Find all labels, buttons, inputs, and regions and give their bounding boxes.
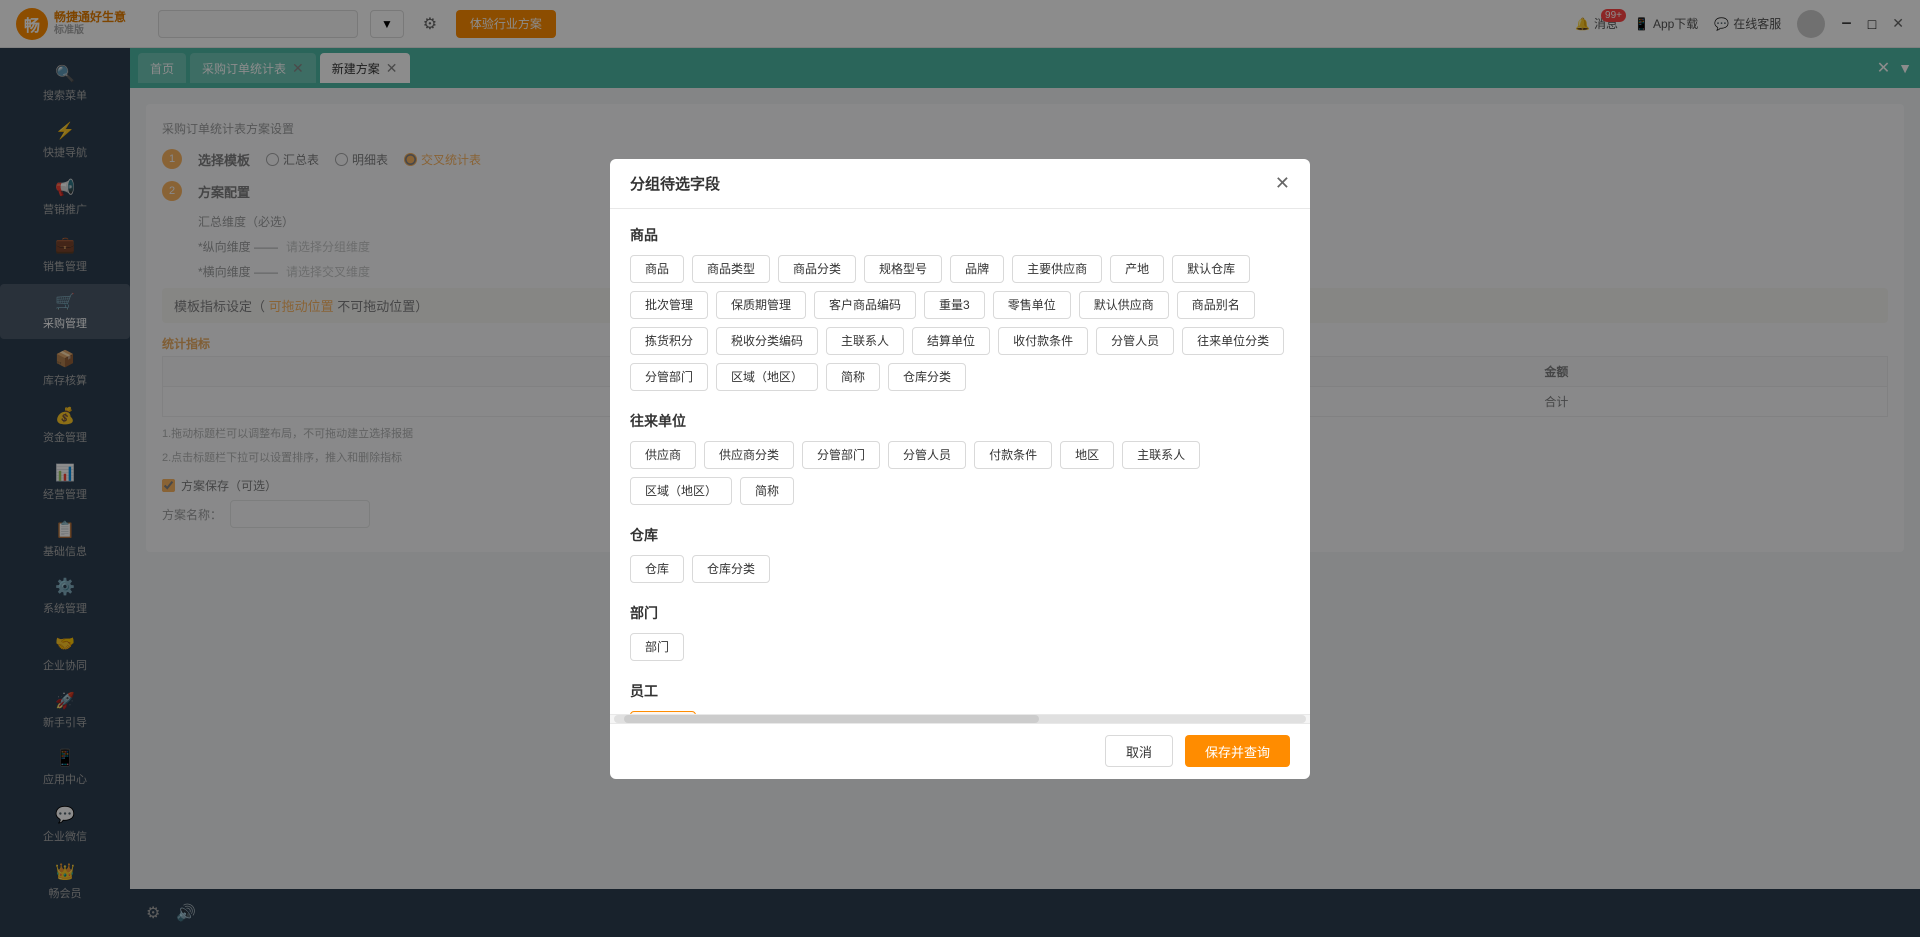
field-tag[interactable]: 往来单位分类 [1182,327,1284,355]
field-tag[interactable]: 简称 [826,363,880,391]
section-product-tags: 商品 商品类型 商品分类 规格型号 品牌 主要供应商 产地 默认仓库 批次管理 … [630,255,1290,391]
scroll-thumb-horizontal[interactable] [624,715,1039,723]
section-product-title: 商品 [630,225,1290,245]
field-tag[interactable]: 结算单位 [912,327,990,355]
field-tag[interactable]: 收付款条件 [998,327,1088,355]
field-tag[interactable]: 区域（地区） [630,477,732,505]
field-tag[interactable]: 供应商分类 [704,441,794,469]
field-tag[interactable]: 主要供应商 [1012,255,1102,283]
field-tag[interactable]: 区域（地区） [716,363,818,391]
modal-horizontal-scrollbar[interactable] [610,714,1310,723]
field-tag[interactable]: 部门 [630,633,684,661]
field-tag[interactable]: 默认供应商 [1079,291,1169,319]
field-tag[interactable]: 商品分类 [778,255,856,283]
section-warehouse-title: 仓库 [630,525,1290,545]
field-tag[interactable]: 主联系人 [1122,441,1200,469]
modal-close-button[interactable]: ✕ [1275,173,1290,194]
field-tag[interactable]: 分管人员 [1096,327,1174,355]
modal-title: 分组待选字段 [630,173,720,194]
field-tag[interactable]: 保质期管理 [716,291,806,319]
field-tag[interactable]: 拣货积分 [630,327,708,355]
field-tag[interactable]: 批次管理 [630,291,708,319]
modal-header: 分组待选字段 ✕ [610,159,1310,209]
field-select-modal: 分组待选字段 ✕ 商品 商品 商品类型 商品分类 规格型号 品牌 主要供应商 产… [610,159,1310,779]
save-query-button[interactable]: 保存并查询 [1185,735,1290,767]
section-partner: 往来单位 供应商 供应商分类 分管部门 分管人员 付款条件 地区 主联系人 区域… [630,411,1290,505]
field-tag[interactable]: 分管人员 [888,441,966,469]
section-warehouse-tags: 仓库 仓库分类 [630,555,1290,583]
section-department: 部门 部门 [630,603,1290,661]
field-tag[interactable]: 税收分类编码 [716,327,818,355]
section-department-tags: 部门 [630,633,1290,661]
field-tag[interactable]: 商品别名 [1177,291,1255,319]
cancel-button[interactable]: 取消 [1105,735,1173,767]
modal-footer: 取消 保存并查询 [610,723,1310,779]
modal-overlay: 分组待选字段 ✕ 商品 商品 商品类型 商品分类 规格型号 品牌 主要供应商 产… [0,0,1920,937]
field-tag[interactable]: 地区 [1060,441,1114,469]
field-tag[interactable]: 主联系人 [826,327,904,355]
field-tag[interactable]: 规格型号 [864,255,942,283]
field-tag[interactable]: 仓库分类 [888,363,966,391]
section-employee-title: 员工 [630,681,1290,701]
field-tag[interactable]: 品牌 [950,255,1004,283]
field-tag[interactable]: 分管部门 [802,441,880,469]
scroll-track-horizontal [614,715,1306,723]
section-department-title: 部门 [630,603,1290,623]
section-partner-title: 往来单位 [630,411,1290,431]
field-tag[interactable]: 重量3 [924,291,985,319]
field-tag[interactable]: 供应商 [630,441,696,469]
field-tag[interactable]: 仓库分类 [692,555,770,583]
field-tag[interactable]: 客户商品编码 [814,291,916,319]
field-tag[interactable]: 产地 [1110,255,1164,283]
section-partner-tags: 供应商 供应商分类 分管部门 分管人员 付款条件 地区 主联系人 区域（地区） … [630,441,1290,505]
field-tag[interactable]: 分管部门 [630,363,708,391]
field-tag[interactable]: 默认仓库 [1172,255,1250,283]
field-tag[interactable]: 简称 [740,477,794,505]
field-tag[interactable]: 仓库 [630,555,684,583]
section-employee: 员工 业务员 [630,681,1290,714]
section-warehouse: 仓库 仓库 仓库分类 [630,525,1290,583]
section-product: 商品 商品 商品类型 商品分类 规格型号 品牌 主要供应商 产地 默认仓库 批次… [630,225,1290,391]
modal-body: 商品 商品 商品类型 商品分类 规格型号 品牌 主要供应商 产地 默认仓库 批次… [610,209,1310,714]
field-tag[interactable]: 付款条件 [974,441,1052,469]
field-tag[interactable]: 零售单位 [993,291,1071,319]
field-tag[interactable]: 商品类型 [692,255,770,283]
field-tag[interactable]: 商品 [630,255,684,283]
